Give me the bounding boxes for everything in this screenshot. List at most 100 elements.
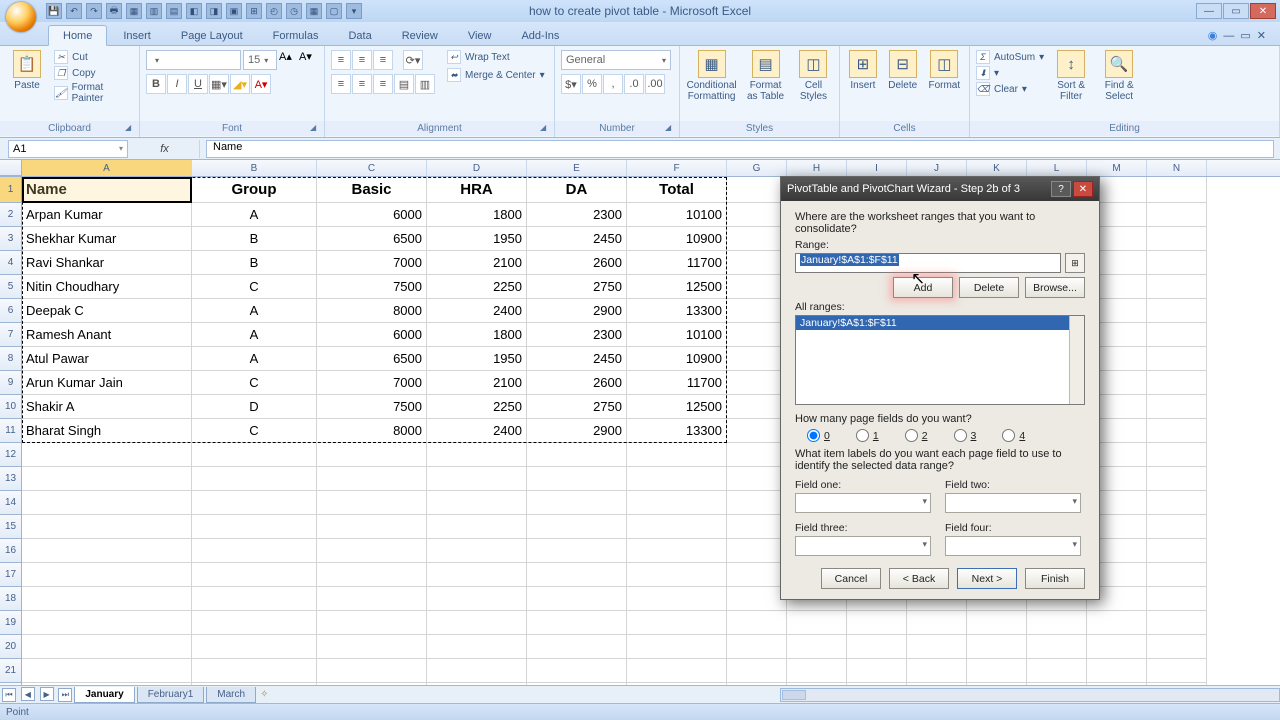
sheet-prev-icon[interactable]: ◀ xyxy=(21,687,35,701)
cell[interactable] xyxy=(1147,635,1207,659)
cell[interactable]: Arun Kumar Jain xyxy=(22,371,192,395)
listbox-scrollbar[interactable] xyxy=(1069,316,1084,404)
inc-dec-icon[interactable]: .0 xyxy=(624,74,644,94)
qat-item-icon[interactable]: ▤ xyxy=(166,3,182,19)
cell[interactable]: Group xyxy=(192,177,317,203)
list-item[interactable]: January!$A$1:$F$11 xyxy=(796,316,1084,330)
cell[interactable] xyxy=(727,563,787,587)
new-sheet-icon[interactable]: ✧ xyxy=(260,689,268,700)
dialog-launcher-icon[interactable]: ◢ xyxy=(125,123,137,135)
add-button[interactable]: Add xyxy=(893,277,953,298)
cell[interactable]: 2100 xyxy=(427,251,527,275)
row-header[interactable]: 8 xyxy=(0,347,22,371)
next-button[interactable]: Next > xyxy=(957,568,1017,589)
cell[interactable] xyxy=(317,659,427,683)
qat-item-icon[interactable]: ▦ xyxy=(126,3,142,19)
cell[interactable] xyxy=(22,587,192,611)
cell[interactable] xyxy=(22,515,192,539)
cell[interactable] xyxy=(1147,395,1207,419)
qat-item-icon[interactable]: ▣ xyxy=(226,3,242,19)
cell[interactable]: 13300 xyxy=(627,299,727,323)
cell[interactable]: Shekhar Kumar xyxy=(22,227,192,251)
cell[interactable] xyxy=(427,491,527,515)
cell[interactable] xyxy=(317,635,427,659)
number-format-dropdown[interactable]: General▾ xyxy=(561,50,671,70)
cell[interactable] xyxy=(1147,227,1207,251)
cell[interactable] xyxy=(1147,587,1207,611)
cell[interactable] xyxy=(192,491,317,515)
cell[interactable]: 7500 xyxy=(317,395,427,419)
delete-button[interactable]: Delete xyxy=(959,277,1019,298)
cell[interactable]: A xyxy=(192,347,317,371)
cell[interactable]: Nitin Choudhary xyxy=(22,275,192,299)
cell[interactable] xyxy=(1147,419,1207,443)
row-header[interactable]: 14 xyxy=(0,491,22,515)
cell[interactable]: 2450 xyxy=(527,227,627,251)
cell[interactable] xyxy=(192,515,317,539)
cell[interactable]: Ravi Shankar xyxy=(22,251,192,275)
cell[interactable]: 2250 xyxy=(427,275,527,299)
cell[interactable] xyxy=(787,611,847,635)
cell[interactable]: Basic xyxy=(317,177,427,203)
tab-page-layout[interactable]: Page Layout xyxy=(167,26,257,45)
fill-color-button[interactable]: ◢▾ xyxy=(230,74,250,94)
row-header[interactable]: 2 xyxy=(0,203,22,227)
cell-styles-button[interactable]: ◫Cell Styles xyxy=(794,50,833,102)
qat-item-icon[interactable]: ▥ xyxy=(146,3,162,19)
cell[interactable] xyxy=(727,515,787,539)
cell[interactable]: 2900 xyxy=(527,299,627,323)
cell[interactable] xyxy=(1027,635,1087,659)
tab-view[interactable]: View xyxy=(454,26,506,45)
cell[interactable] xyxy=(192,611,317,635)
cell[interactable] xyxy=(727,251,787,275)
cell[interactable]: A xyxy=(192,203,317,227)
cell[interactable] xyxy=(1147,491,1207,515)
cell[interactable]: Name xyxy=(22,177,192,203)
cell[interactable] xyxy=(727,203,787,227)
cell[interactable]: B xyxy=(192,227,317,251)
row-header[interactable]: 3 xyxy=(0,227,22,251)
format-table-button[interactable]: ▤Format as Table xyxy=(743,50,788,102)
border-button[interactable]: ▦▾ xyxy=(209,74,229,94)
cell[interactable] xyxy=(1147,539,1207,563)
cell[interactable] xyxy=(727,177,787,203)
orientation-icon[interactable]: ⟳▾ xyxy=(403,50,423,70)
cell[interactable] xyxy=(317,563,427,587)
cell[interactable] xyxy=(192,635,317,659)
align-mid-icon[interactable]: ≡ xyxy=(352,50,372,70)
bold-button[interactable]: B xyxy=(146,74,166,94)
cell[interactable] xyxy=(527,587,627,611)
cell[interactable] xyxy=(627,611,727,635)
column-header[interactable]: K xyxy=(967,160,1027,176)
cell[interactable] xyxy=(527,563,627,587)
cell[interactable] xyxy=(1147,275,1207,299)
row-header[interactable]: 17 xyxy=(0,563,22,587)
cell[interactable]: C xyxy=(192,275,317,299)
sheet-next-icon[interactable]: ▶ xyxy=(40,687,54,701)
cell[interactable] xyxy=(427,611,527,635)
cell[interactable] xyxy=(527,659,627,683)
qat-redo-icon[interactable]: ↷ xyxy=(86,3,102,19)
dialog-close-icon[interactable]: ✕ xyxy=(1073,181,1093,197)
cell[interactable] xyxy=(627,539,727,563)
indent-inc-icon[interactable]: ▥ xyxy=(415,74,435,94)
cell[interactable]: C xyxy=(192,371,317,395)
qat-save-icon[interactable]: 💾 xyxy=(46,3,62,19)
office-button[interactable] xyxy=(6,2,36,32)
cell[interactable] xyxy=(527,443,627,467)
cell[interactable]: 1950 xyxy=(427,227,527,251)
maximize-button[interactable]: ▭ xyxy=(1223,3,1249,19)
sort-filter-button[interactable]: ↕Sort & Filter xyxy=(1050,50,1092,102)
ribbon-min-icon[interactable]: — xyxy=(1223,30,1234,42)
cell[interactable]: 8000 xyxy=(317,419,427,443)
cell[interactable] xyxy=(727,659,787,683)
cell[interactable]: 11700 xyxy=(627,251,727,275)
cell[interactable]: 10900 xyxy=(627,347,727,371)
wrap-text-button[interactable]: ↩Wrap Text xyxy=(447,50,545,64)
column-header[interactable]: D xyxy=(427,160,527,176)
cell[interactable]: 6000 xyxy=(317,323,427,347)
cell[interactable] xyxy=(787,659,847,683)
cell[interactable] xyxy=(192,443,317,467)
cell[interactable] xyxy=(317,587,427,611)
find-select-button[interactable]: 🔍Find & Select xyxy=(1098,50,1140,102)
